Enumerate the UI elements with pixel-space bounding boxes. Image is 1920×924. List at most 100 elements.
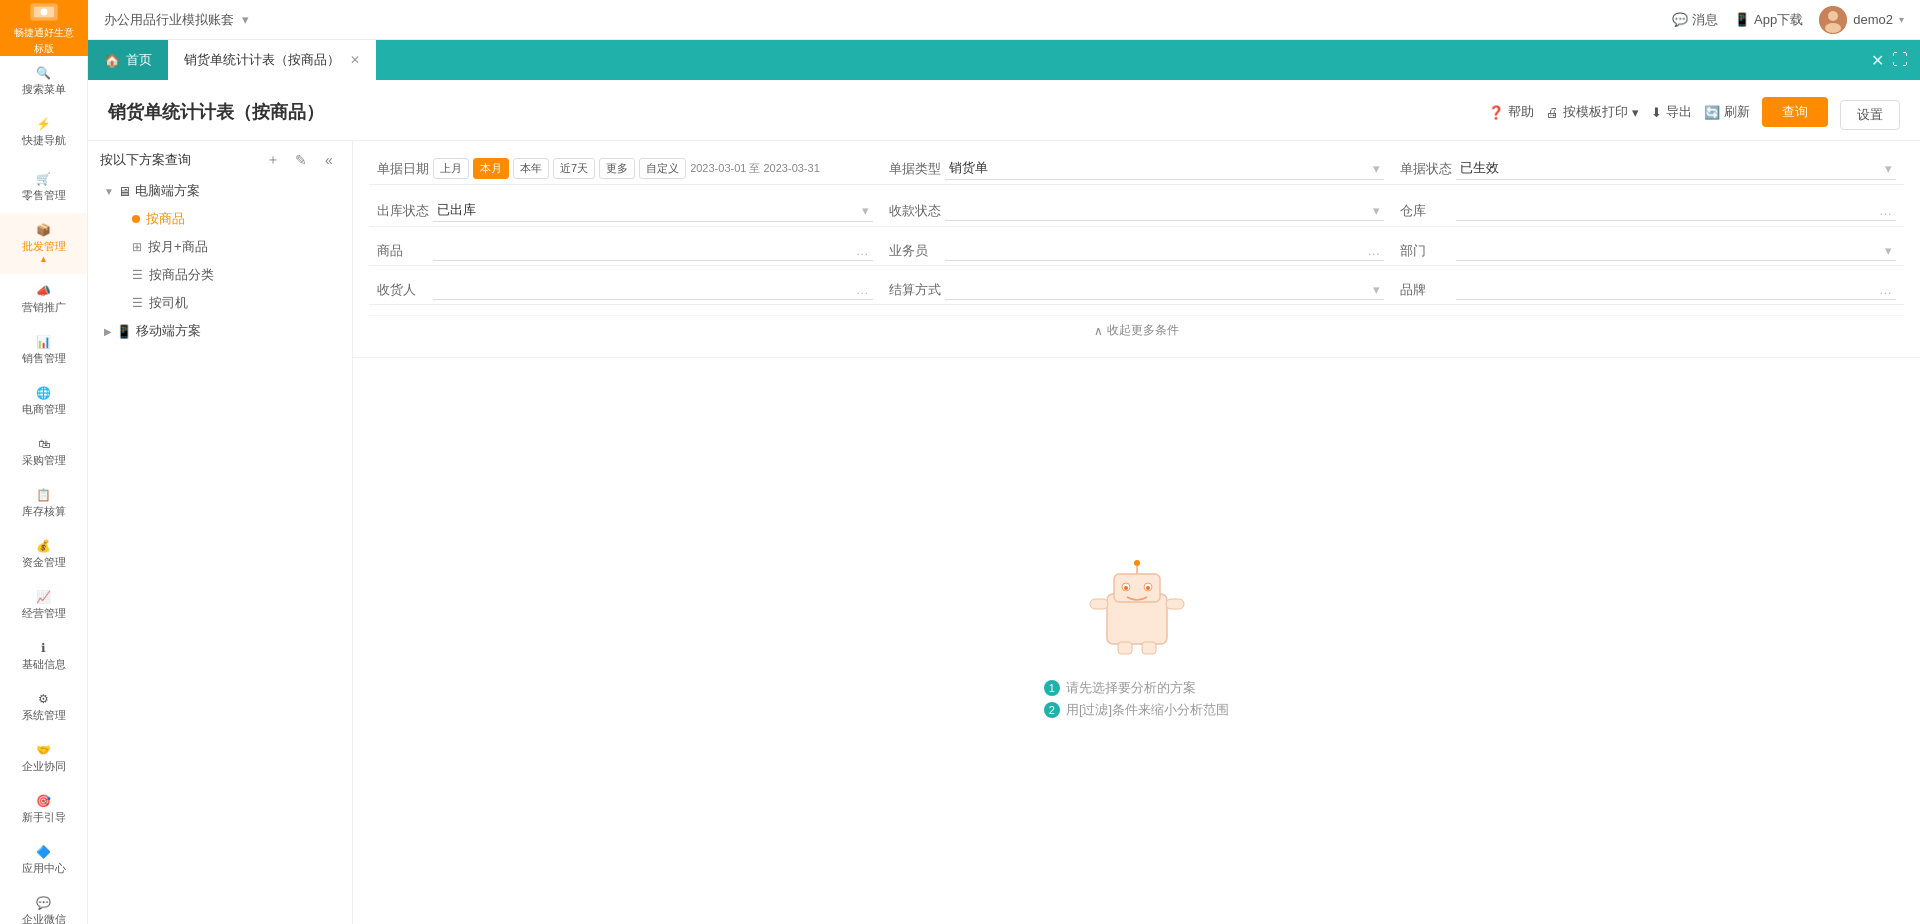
setting-button[interactable]: 设置: [1840, 100, 1900, 130]
query-button[interactable]: 查询: [1762, 97, 1828, 127]
sidebar-item-basic[interactable]: ℹ 基础信息: [0, 631, 87, 682]
brand-input[interactable]: [1456, 280, 1875, 299]
basic-label: 基础信息: [22, 657, 66, 672]
tree-item-by-printer[interactable]: ☰ 按司机: [108, 289, 340, 317]
export-label: 导出: [1666, 103, 1692, 121]
sidebar-item-corpwx[interactable]: 💬 企业微信: [0, 886, 87, 924]
sidebar-item-retail[interactable]: 🛒 零售管理: [0, 162, 87, 213]
filter-item-doc-status: 单据状态 已生效 ▾: [1392, 153, 1904, 185]
refresh-label: 刷新: [1724, 103, 1750, 121]
sidebar-item-purchase[interactable]: 🛍 采购管理: [0, 427, 87, 478]
dept-input[interactable]: [1456, 241, 1881, 260]
date-btn-curr-month[interactable]: 本月: [473, 158, 509, 179]
goods-input[interactable]: [433, 241, 852, 260]
receiver-dots-icon[interactable]: …: [852, 282, 873, 297]
collapse-more-btn[interactable]: ∧ 收起更多条件: [369, 315, 1904, 345]
date-btn-more[interactable]: 更多: [599, 158, 635, 179]
ecom-icon: 🌐: [36, 386, 51, 400]
salesman-input[interactable]: [945, 241, 1364, 260]
collect-status-label: 收款状态: [889, 202, 945, 220]
page-actions: ❓ 帮助 🖨 按模板打印 ▾ ⬇ 导出 🔄 刷新 查询: [1488, 94, 1900, 130]
system-label: 系统管理: [22, 708, 66, 723]
sidebar-item-corp[interactable]: 🤝 企业协同: [0, 733, 87, 784]
filter-item-date: 单据日期 上月 本月 本年 近7天 更多 自定义 2023-03-01 至 20…: [369, 153, 881, 185]
template-print-label: 按模板打印: [1563, 103, 1628, 121]
payment-input[interactable]: [945, 280, 1370, 299]
tree-arrow-desktop: ▼: [104, 186, 114, 197]
payment-dropdown-icon[interactable]: ▾: [1369, 282, 1384, 297]
warehouse-dots-icon[interactable]: …: [1875, 203, 1896, 218]
sidebar-item-wholesale[interactable]: 📦 批发管理 ▲: [0, 213, 87, 274]
tree-group-desktop: ▼ 🖥 电脑端方案 按商品 ⊞ 按月+商品: [100, 177, 340, 317]
tree-group-desktop-header[interactable]: ▼ 🖥 电脑端方案: [100, 177, 340, 205]
date-btn-7days[interactable]: 近7天: [553, 158, 595, 179]
header-actions: 💬 消息 📱 App下载 demo2 ▾: [1672, 6, 1904, 34]
sidebar-quick-nav-label: 快捷导航: [22, 133, 66, 148]
sidebar-item-ecom[interactable]: 🌐 电商管理: [0, 376, 87, 427]
tree-item-by-product-category-label: 按商品分类: [149, 266, 214, 284]
app-download-icon: 📱: [1734, 12, 1750, 27]
sidebar-item-sales-mgmt[interactable]: 📊 销售管理: [0, 325, 87, 376]
date-btn-year[interactable]: 本年: [513, 158, 549, 179]
add-scheme-btn[interactable]: ＋: [262, 149, 284, 171]
out-status-dropdown-icon[interactable]: ▾: [858, 203, 873, 218]
edit-scheme-btn[interactable]: ✎: [290, 149, 312, 171]
date-btn-prev-month[interactable]: 上月: [433, 158, 469, 179]
refresh-btn[interactable]: 🔄 刷新: [1704, 103, 1750, 121]
tree-item-by-product[interactable]: 按商品: [108, 205, 340, 233]
collapse-panel-btn[interactable]: «: [318, 149, 340, 171]
tab-sales-stat[interactable]: 销货单统计计表（按商品） ✕: [168, 40, 376, 80]
workspace-dropdown-icon[interactable]: ▾: [242, 12, 249, 27]
help-btn[interactable]: ❓ 帮助: [1488, 103, 1534, 121]
tab-close-icon[interactable]: ✕: [350, 53, 360, 67]
user-dropdown-icon: ▾: [1899, 14, 1904, 25]
user-profile[interactable]: demo2 ▾: [1819, 6, 1904, 34]
svg-rect-16: [1090, 599, 1108, 609]
tab-maximize-icon[interactable]: ⛶: [1892, 51, 1908, 69]
sidebar-item-finance[interactable]: 💰 资金管理: [0, 529, 87, 580]
app-download-btn[interactable]: 📱 App下载: [1734, 11, 1803, 29]
empty-tip-1: 请先选择要分析的方案: [1066, 679, 1196, 697]
search-icon: 🔍: [36, 66, 51, 80]
mobile-group-icon: 📱: [116, 324, 132, 339]
warehouse-input[interactable]: [1456, 201, 1875, 220]
date-btn-custom[interactable]: 自定义: [639, 158, 686, 179]
sidebar-search[interactable]: 🔍 搜索菜单: [0, 56, 87, 107]
dept-dropdown-icon[interactable]: ▾: [1881, 243, 1896, 258]
doc-type-dropdown-icon[interactable]: ▾: [1369, 161, 1384, 176]
filter-item-collect-status: 收款状态 ▾: [881, 195, 1393, 227]
sidebar-item-appcenter[interactable]: 🔷 应用中心: [0, 835, 87, 886]
empty-num-1: 1: [1044, 680, 1060, 696]
tree-item-by-month-product[interactable]: ⊞ 按月+商品: [108, 233, 340, 261]
sidebar-quick-nav[interactable]: ⚡ 快捷导航: [0, 107, 87, 158]
tab-bar: 🏠 首页 销货单统计计表（按商品） ✕ ✕ ⛶: [88, 40, 1920, 80]
goods-dots-icon[interactable]: …: [852, 243, 873, 258]
filter-row-4: 收货人 … 结算方式 ▾: [369, 276, 1904, 305]
template-print-btn[interactable]: 🖨 按模板打印 ▾: [1546, 103, 1639, 121]
message-btn[interactable]: 💬 消息: [1672, 11, 1718, 29]
sidebar-item-newuser[interactable]: 🎯 新手引导: [0, 784, 87, 835]
tree-arrow-mobile: ▶: [104, 326, 112, 337]
brand-dots-icon[interactable]: …: [1875, 282, 1896, 297]
tab-home[interactable]: 🏠 首页: [88, 40, 168, 80]
sidebar-search-label: 搜索菜单: [22, 82, 66, 97]
export-btn[interactable]: ⬇ 导出: [1651, 103, 1692, 121]
out-status-label: 出库状态: [377, 202, 433, 220]
empty-text: 1 请先选择要分析的方案 2 用[过滤]条件来缩小分析范围: [1044, 675, 1229, 723]
tree-item-by-product-category[interactable]: ☰ 按商品分类: [108, 261, 340, 289]
salesman-dots-icon[interactable]: …: [1363, 243, 1384, 258]
marketing-icon: 📣: [36, 284, 51, 298]
sidebar-item-inventory[interactable]: 📋 库存核算: [0, 478, 87, 529]
sidebar-item-system[interactable]: ⚙ 系统管理: [0, 682, 87, 733]
receiver-input[interactable]: [433, 280, 852, 299]
finance-label: 资金管理: [22, 555, 66, 570]
retail-label: 零售管理: [22, 188, 66, 203]
sidebar-item-marketing[interactable]: 📣 营销推广: [0, 274, 87, 325]
tab-close-window-icon[interactable]: ✕: [1871, 51, 1884, 70]
collect-status-dropdown-icon[interactable]: ▾: [1369, 203, 1384, 218]
tree-group-mobile-header[interactable]: ▶ 📱 移动端方案: [100, 317, 340, 345]
doc-status-dropdown-icon[interactable]: ▾: [1881, 161, 1896, 176]
inventory-icon: 📋: [36, 488, 51, 502]
collect-status-input[interactable]: [945, 201, 1370, 220]
sidebar-item-ops[interactable]: 📈 经营管理: [0, 580, 87, 631]
